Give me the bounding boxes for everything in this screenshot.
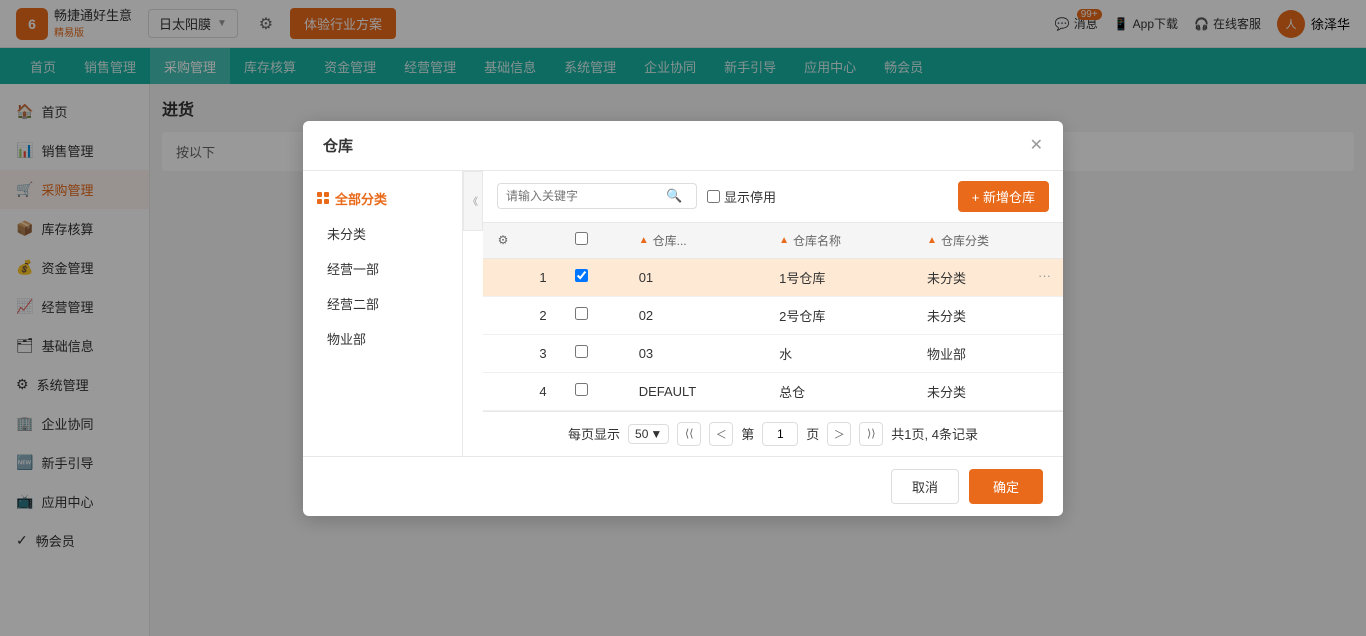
th-name: ▲ 仓库名称 [767,223,915,259]
total-label: 共1页, 4条记录 [891,424,978,443]
row-code: 03 [627,334,767,372]
page-unit-label: 页 [806,424,819,443]
grid-icon [317,192,329,204]
row-name: 总仓 [767,372,915,410]
table-row[interactable]: 1 01 1号仓库 未分类··· [483,258,1063,296]
sort-icon: ▲ [639,235,649,246]
row-gear [483,258,523,296]
sidebar-collapse-button[interactable]: 《 [463,171,483,231]
th-gear: ⚙ [483,223,523,259]
row-num: 4 [523,372,563,410]
row-gear [483,296,523,334]
modal-sidebar-all-label: 全部分类 [335,189,387,208]
row-checkbox[interactable] [563,296,627,334]
row-checkbox[interactable] [563,334,627,372]
th-checkbox [563,223,627,259]
show-disabled-label[interactable]: 显示停用 [707,187,776,206]
add-warehouse-button[interactable]: + 新增仓库 [958,181,1049,212]
row-code: DEFAULT [627,372,767,410]
next-page-button[interactable]: ＞ [827,422,851,446]
row-name: 水 [767,334,915,372]
modal-sidebar: 全部分类 未分类 经营一部 经营二部 物业部 [303,171,463,456]
modal-body: 全部分类 未分类 经营一部 经营二部 物业部 《 🔍 [303,171,1063,456]
row-num: 3 [523,334,563,372]
row-category: 未分类 [915,296,1063,334]
table-row[interactable]: 2 02 2号仓库 未分类 [483,296,1063,334]
modal-header: 仓库 ✕ [303,121,1063,171]
search-input-wrap: 🔍 [497,183,697,209]
th-category-label: 仓库分类 [941,232,989,249]
th-code: ▲ 仓库... [627,223,767,259]
cancel-button[interactable]: 取消 [891,469,959,504]
row-code: 02 [627,296,767,334]
row-code: 01 [627,258,767,296]
table-row[interactable]: 3 03 水 物业部 [483,334,1063,372]
th-category: ▲ 仓库分类 [915,223,1063,259]
th-code-label: 仓库... [653,232,687,249]
show-disabled-checkbox[interactable] [707,190,720,203]
select-all-checkbox[interactable] [575,232,588,245]
row-category: 未分类··· [915,258,1063,296]
gear-icon: ⚙ [498,233,509,247]
last-page-button[interactable]: ⟩⟩ [859,422,883,446]
modal-sidebar-item-uncategorized[interactable]: 未分类 [303,216,462,251]
sort-icon-name: ▲ [779,235,789,246]
th-name-label: 仓库名称 [793,232,841,249]
first-page-button[interactable]: ⟨⟨ [677,422,701,446]
modal-toolbar: 🔍 显示停用 + 新增仓库 [483,171,1063,223]
modal-sidebar-item-op1[interactable]: 经营一部 [303,251,462,286]
modal-table-wrap: ⚙ ▲ 仓库... [483,223,1063,411]
confirm-button[interactable]: 确定 [969,469,1043,504]
per-page-label: 每页显示 [568,424,620,443]
th-num [523,223,563,259]
per-page-value: 50 [635,427,648,441]
prev-page-button[interactable]: ＜ [709,422,733,446]
per-page-dropdown-icon: ▼ [650,427,662,441]
modal-sidebar-item-property[interactable]: 物业部 [303,321,462,356]
row-name: 2号仓库 [767,296,915,334]
page-input[interactable] [762,422,798,446]
modal-content-area: 🔍 显示停用 + 新增仓库 ⚙ [483,171,1063,456]
row-checkbox[interactable] [563,258,627,296]
sort-icon-cat: ▲ [927,235,937,246]
modal-sidebar-item-op2[interactable]: 经营二部 [303,286,462,321]
search-icon: 🔍 [666,188,682,204]
search-input[interactable] [506,189,666,203]
row-num: 1 [523,258,563,296]
row-checkbox[interactable] [563,372,627,410]
modal-close-button[interactable]: ✕ [1030,135,1043,155]
row-gear [483,372,523,410]
modal-overlay: 仓库 ✕ 全部分类 未分类 经营一部 经营二部 物业部 《 [0,0,1366,636]
pagination: 每页显示 50 ▼ ⟨⟨ ＜ 第 页 ＞ ⟩⟩ 共1页, 4条记录 [483,411,1063,456]
row-category: 物业部 [915,334,1063,372]
modal-sidebar-header[interactable]: 全部分类 [303,181,462,216]
table-row[interactable]: 4 DEFAULT 总仓 未分类 [483,372,1063,410]
warehouse-table: ⚙ ▲ 仓库... [483,223,1063,411]
row-name: 1号仓库 [767,258,915,296]
per-page-select[interactable]: 50 ▼ [628,424,669,444]
modal-title: 仓库 [323,135,353,156]
row-category: 未分类 [915,372,1063,410]
row-num: 2 [523,296,563,334]
warehouse-modal: 仓库 ✕ 全部分类 未分类 经营一部 经营二部 物业部 《 [303,121,1063,516]
modal-footer: 取消 确定 [303,456,1063,516]
row-gear [483,334,523,372]
show-disabled-text: 显示停用 [724,187,776,206]
page-label: 第 [741,424,754,443]
